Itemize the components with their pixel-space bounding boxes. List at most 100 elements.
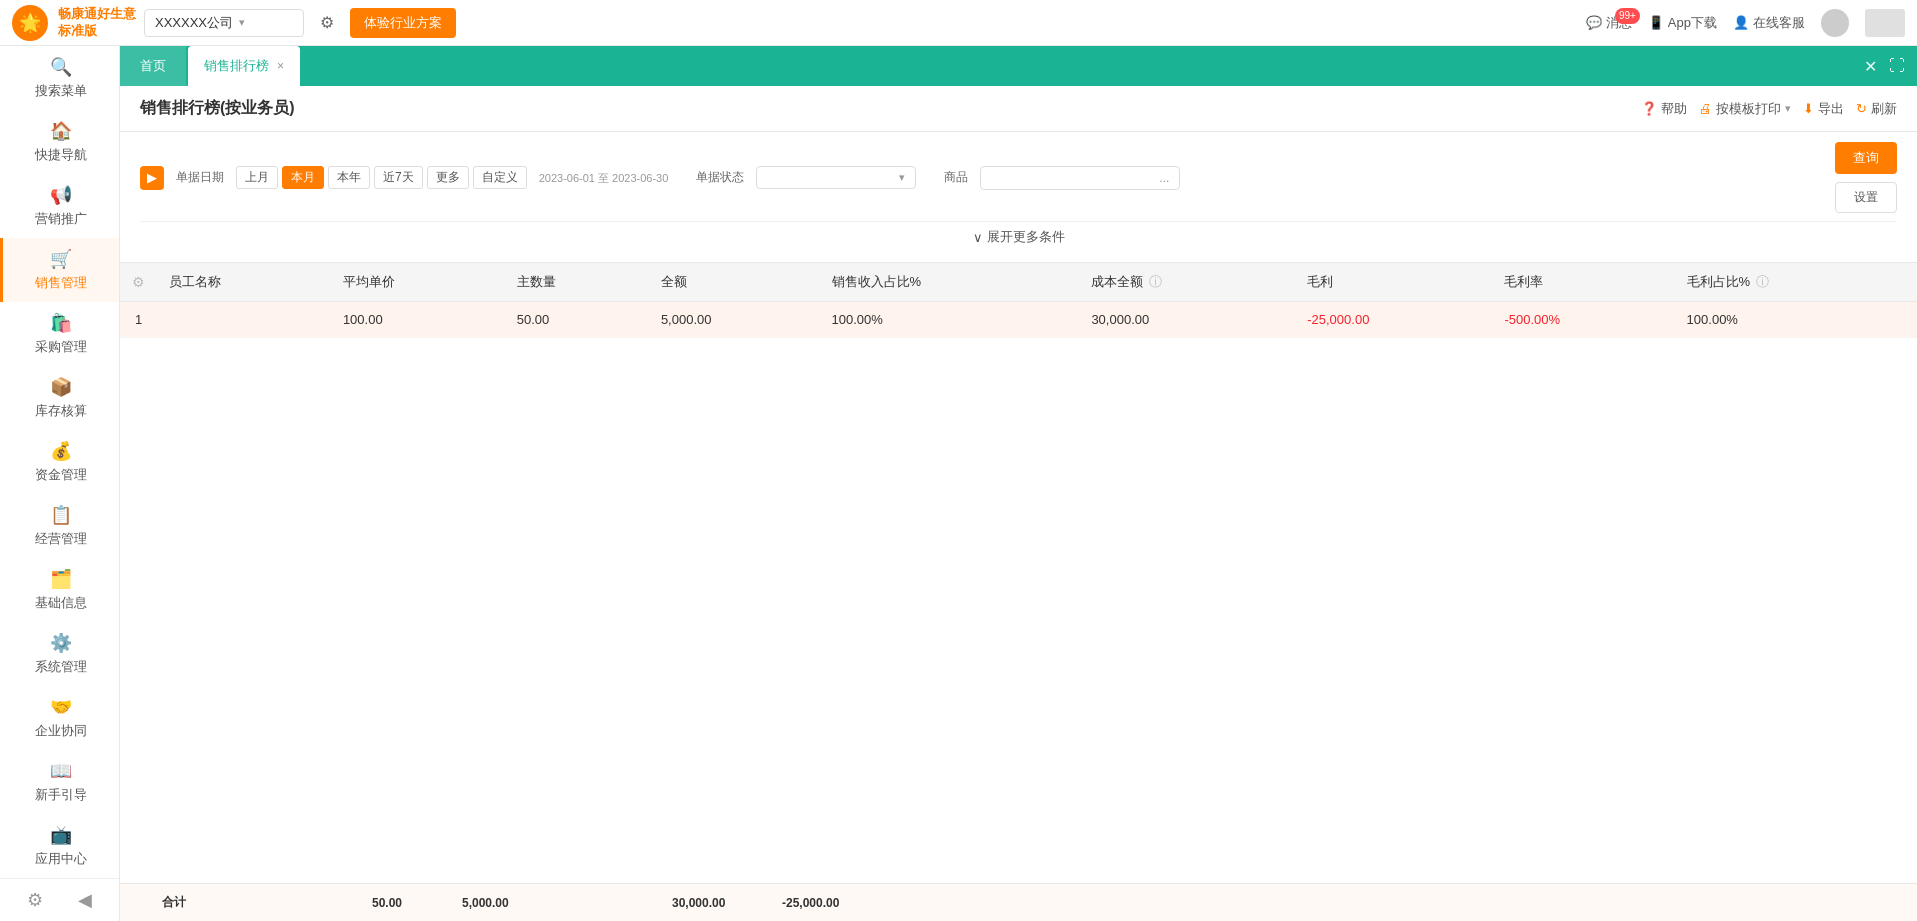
page-title: 销售排行榜(按业务员): [140, 98, 295, 119]
cell-avg-price: 100.00: [331, 302, 505, 338]
sidebar-item-collab[interactable]: 🤝 企业协同: [0, 686, 119, 750]
expand-more-button[interactable]: ∨ 展开更多条件: [973, 228, 1065, 246]
help-icon: ❓: [1641, 101, 1657, 116]
avatar[interactable]: [1821, 9, 1849, 37]
chevron-down-icon: ▾: [239, 16, 245, 29]
online-service-button[interactable]: 👤 在线客服: [1733, 14, 1805, 32]
expand-down-icon: ∨: [973, 230, 983, 245]
cell-qty: 50.00: [505, 302, 649, 338]
finance-icon: 💰: [50, 440, 72, 462]
col-cost: 成本全额 ⓘ: [1079, 263, 1295, 302]
status-select[interactable]: ▾: [756, 166, 916, 189]
message-button[interactable]: 💬 消息 99+: [1586, 14, 1632, 32]
top-right-actions: 💬 消息 99+ 📱 App下载 👤 在线客服: [1586, 9, 1905, 37]
sidebar-item-apps[interactable]: 📺 应用中心: [0, 814, 119, 878]
settings-button[interactable]: 设置: [1835, 182, 1897, 213]
sidebar-item-management[interactable]: 📋 经营管理: [0, 494, 119, 558]
sidebar-item-basic-info[interactable]: 🗂️ 基础信息: [0, 558, 119, 622]
goods-select[interactable]: ...: [980, 166, 1180, 190]
col-employee: 员工名称: [157, 263, 331, 302]
recent7-button[interactable]: 近7天: [374, 166, 423, 189]
logo-text: 畅康通好生意 标准版: [58, 6, 136, 40]
sidebar-item-nav[interactable]: 🏠 快捷导航: [0, 110, 119, 174]
footer-profit: -25,000.00: [782, 896, 882, 910]
management-icon: 📋: [50, 504, 72, 526]
custom-button[interactable]: 自定义: [473, 166, 527, 189]
column-settings-icon[interactable]: ⚙: [132, 274, 145, 290]
company-name: XXXXXX公司: [155, 14, 233, 32]
app-download-button[interactable]: 📱 App下载: [1648, 14, 1717, 32]
col-profit-pct: 毛利占比% ⓘ: [1675, 263, 1917, 302]
col-avg-price: 平均单价: [331, 263, 505, 302]
sidebar-settings-button[interactable]: ⚙: [27, 889, 43, 911]
date-filter-buttons: 上月 本月 本年 近7天 更多 自定义: [236, 166, 527, 189]
col-settings[interactable]: ⚙: [120, 263, 157, 302]
sidebar-bottom: ⚙ ◀: [0, 878, 119, 921]
table-row: 1 100.00 50.00: [120, 302, 1917, 338]
sidebar-item-guide[interactable]: 📖 新手引导: [0, 750, 119, 814]
refresh-button[interactable]: ↻ 刷新: [1856, 100, 1897, 118]
tab-home[interactable]: 首页: [120, 46, 186, 86]
sidebar-item-finance[interactable]: 💰 资金管理: [0, 430, 119, 494]
status-chevron-icon: ▾: [899, 171, 905, 184]
cell-cost: 30,000.00: [1079, 302, 1295, 338]
message-icon: 💬: [1586, 15, 1602, 30]
col-profit-rate: 毛利率: [1492, 263, 1674, 302]
print-button[interactable]: 🖨 按模板打印 ▾: [1699, 100, 1791, 118]
footer-amount: 5,000.00: [462, 896, 562, 910]
table-footer: 合计 50.00 5,000.00 30,000.00 -25,000.00: [120, 883, 1917, 921]
more-button[interactable]: 更多: [427, 166, 469, 189]
export-icon: ⬇: [1803, 101, 1814, 116]
content-area: 首页 销售排行榜 × ✕ ⛶ 销售排行榜(按业务员) ❓ 帮助: [120, 46, 1917, 921]
col-sales-pct: 销售收入占比%: [820, 263, 1080, 302]
sidebar-item-marketing[interactable]: 📢 营销推广: [0, 174, 119, 238]
prev-month-button[interactable]: 上月: [236, 166, 278, 189]
this-month-button[interactable]: 本月: [282, 166, 324, 189]
footer-cells: 合计 50.00 5,000.00 30,000.00 -25,000.00: [132, 894, 1905, 911]
cell-amount: 5,000.00: [649, 302, 820, 338]
this-year-button[interactable]: 本年: [328, 166, 370, 189]
tab-close-icon[interactable]: ×: [277, 59, 284, 73]
sidebar-item-system[interactable]: ⚙️ 系统管理: [0, 622, 119, 686]
sidebar-item-search[interactable]: 🔍 搜索菜单: [0, 46, 119, 110]
print-icon: 🖨: [1699, 101, 1712, 116]
trial-button[interactable]: 体验行业方案: [350, 8, 456, 38]
cell-employee: [157, 302, 331, 338]
expand-arrow-button[interactable]: ▶: [140, 166, 164, 190]
cell-rank: 1: [120, 302, 157, 338]
help-button[interactable]: ❓ 帮助: [1641, 100, 1687, 118]
apps-icon: 📺: [50, 824, 72, 846]
goods-ellipsis: ...: [1159, 171, 1169, 185]
marketing-icon: 📢: [50, 184, 72, 206]
cell-profit-rate: -500.00%: [1492, 302, 1674, 338]
expand-row: ∨ 展开更多条件: [140, 221, 1897, 252]
query-button[interactable]: 查询: [1835, 142, 1897, 174]
collab-icon: 🤝: [50, 696, 72, 718]
footer-cost: 30,000.00: [672, 896, 782, 910]
profit-pct-icon: ⓘ: [1756, 274, 1769, 289]
service-icon: 👤: [1733, 15, 1749, 30]
sidebar-collapse-button[interactable]: ◀: [78, 889, 92, 911]
download-icon: 📱: [1648, 15, 1664, 30]
goods-label: 商品: [944, 169, 968, 186]
settings-icon[interactable]: ⚙: [312, 8, 342, 38]
logo: 🌟 畅康通好生意 标准版: [12, 5, 136, 41]
logo-icon: 🌟: [12, 5, 48, 41]
table-header-row: ⚙ 员工名称 平均单价 主数量: [120, 263, 1917, 302]
page-content: 销售排行榜(按业务员) ❓ 帮助 🖨 按模板打印 ▾ ⬇ 导出: [120, 86, 1917, 921]
export-button[interactable]: ⬇ 导出: [1803, 100, 1844, 118]
sidebar-item-inventory[interactable]: 📦 库存核算: [0, 366, 119, 430]
header-actions: ❓ 帮助 🖨 按模板打印 ▾ ⬇ 导出 ↻ 刷新: [1641, 100, 1897, 118]
tab-sales-ranking[interactable]: 销售排行榜 ×: [188, 46, 300, 86]
sidebar-item-sales[interactable]: 🛒 销售管理: [0, 238, 119, 302]
cell-sales-pct: 100.00%: [820, 302, 1080, 338]
window-maximize-button[interactable]: ⛶: [1889, 57, 1905, 75]
col-amount: 全额: [649, 263, 820, 302]
sidebar-item-purchase[interactable]: 🛍️ 采购管理: [0, 302, 119, 366]
company-select[interactable]: XXXXXX公司 ▾: [144, 9, 304, 37]
col-profit: 毛利: [1295, 263, 1492, 302]
page-header: 销售排行榜(按业务员) ❓ 帮助 🖨 按模板打印 ▾ ⬇ 导出: [120, 86, 1917, 132]
refresh-icon: ↻: [1856, 101, 1867, 116]
user-name: [1865, 9, 1905, 37]
window-close-button[interactable]: ✕: [1864, 57, 1877, 76]
